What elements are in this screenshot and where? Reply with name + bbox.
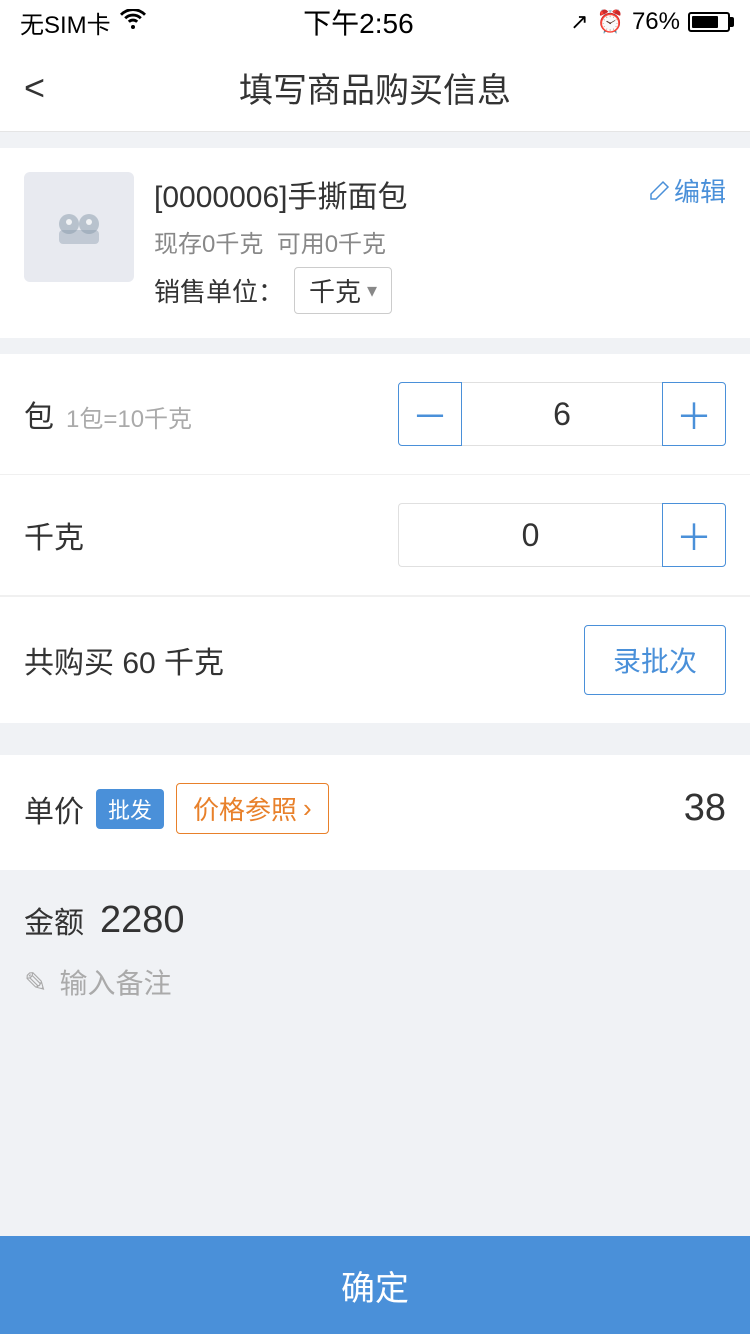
product-info: [0000006]手撕面包 编辑 现存0千克 可用0千克 销售单位： 千克 ▾	[154, 172, 726, 314]
bao-label: 包 1包=10千克	[24, 392, 192, 436]
price-value: 38	[684, 787, 726, 830]
amount-label: 金额	[24, 898, 84, 942]
confirm-button-label: 确定	[341, 1261, 409, 1310]
product-unit-row: 销售单位： 千克 ▾	[154, 267, 726, 314]
carrier-label: 无SIM卡	[20, 5, 111, 40]
price-tag: 批发	[96, 789, 164, 829]
product-stock: 现存0千克 可用0千克	[154, 224, 726, 259]
edit-button[interactable]: 编辑	[648, 172, 726, 209]
battery-icon	[688, 12, 730, 32]
amount-section: 金额 2280 ✎ 输入备注	[0, 870, 750, 1050]
kg-qty-row: 千克 ＋	[0, 475, 750, 596]
bao-qty-controls: － ＋	[398, 382, 726, 446]
alarm-icon: ⏰	[597, 9, 624, 35]
total-row: 共购买 60 千克 录批次	[0, 596, 750, 723]
price-section: 单价 批发 价格参照 › 38	[0, 755, 750, 870]
edit-note-icon: ✎	[24, 966, 47, 999]
kg-qty-controls: ＋	[398, 503, 726, 567]
batch-button[interactable]: 录批次	[584, 625, 726, 695]
chevron-down-icon: ▾	[367, 278, 377, 303]
battery-percent: 76%	[632, 8, 680, 36]
amount-value: 2280	[100, 899, 185, 942]
bao-sub-label: 1包=10千克	[66, 399, 192, 434]
status-left: 无SIM卡	[20, 5, 147, 40]
kg-label: 千克	[24, 513, 84, 557]
page-title: 填写商品购买信息	[239, 63, 511, 112]
price-ref-arrow-icon: ›	[303, 793, 312, 824]
bao-minus-button[interactable]: －	[398, 382, 462, 446]
product-thumbnail	[24, 172, 134, 282]
back-button[interactable]: <	[24, 67, 45, 109]
bao-qty-row: 包 1包=10千克 － ＋	[0, 354, 750, 475]
amount-row: 金额 2280	[24, 898, 726, 942]
nav-bar: < 填写商品购买信息	[0, 44, 750, 132]
bao-qty-input[interactable]	[462, 382, 662, 446]
total-label: 共购买 60 千克	[24, 638, 224, 682]
product-name: [0000006]手撕面包	[154, 172, 407, 216]
page-spacer	[0, 1050, 750, 1236]
status-right: ↗ ⏰ 76%	[570, 8, 730, 36]
bao-plus-button[interactable]: ＋	[662, 382, 726, 446]
price-label-group: 单价 批发 价格参照 ›	[24, 783, 329, 834]
unit-select[interactable]: 千克 ▾	[294, 267, 392, 314]
location-icon: ↗	[570, 9, 588, 35]
status-bar: 无SIM卡 下午2:56 ↗ ⏰ 76%	[0, 0, 750, 44]
kg-plus-button[interactable]: ＋	[662, 503, 726, 567]
price-label: 单价	[24, 787, 84, 831]
confirm-button[interactable]: 确定	[0, 1236, 750, 1334]
wifi-icon	[119, 8, 147, 36]
note-row[interactable]: ✎ 输入备注	[24, 962, 726, 1022]
price-ref-button[interactable]: 价格参照 ›	[176, 783, 329, 834]
note-placeholder: 输入备注	[59, 962, 171, 1002]
kg-qty-input[interactable]	[398, 503, 662, 567]
product-card: [0000006]手撕面包 编辑 现存0千克 可用0千克 销售单位： 千克 ▾	[0, 148, 750, 338]
status-time: 下午2:56	[303, 2, 414, 42]
separator	[0, 739, 750, 755]
quantity-section: 包 1包=10千克 － ＋ 千克 ＋	[0, 354, 750, 596]
price-row: 单价 批发 价格参照 › 38	[24, 783, 726, 834]
